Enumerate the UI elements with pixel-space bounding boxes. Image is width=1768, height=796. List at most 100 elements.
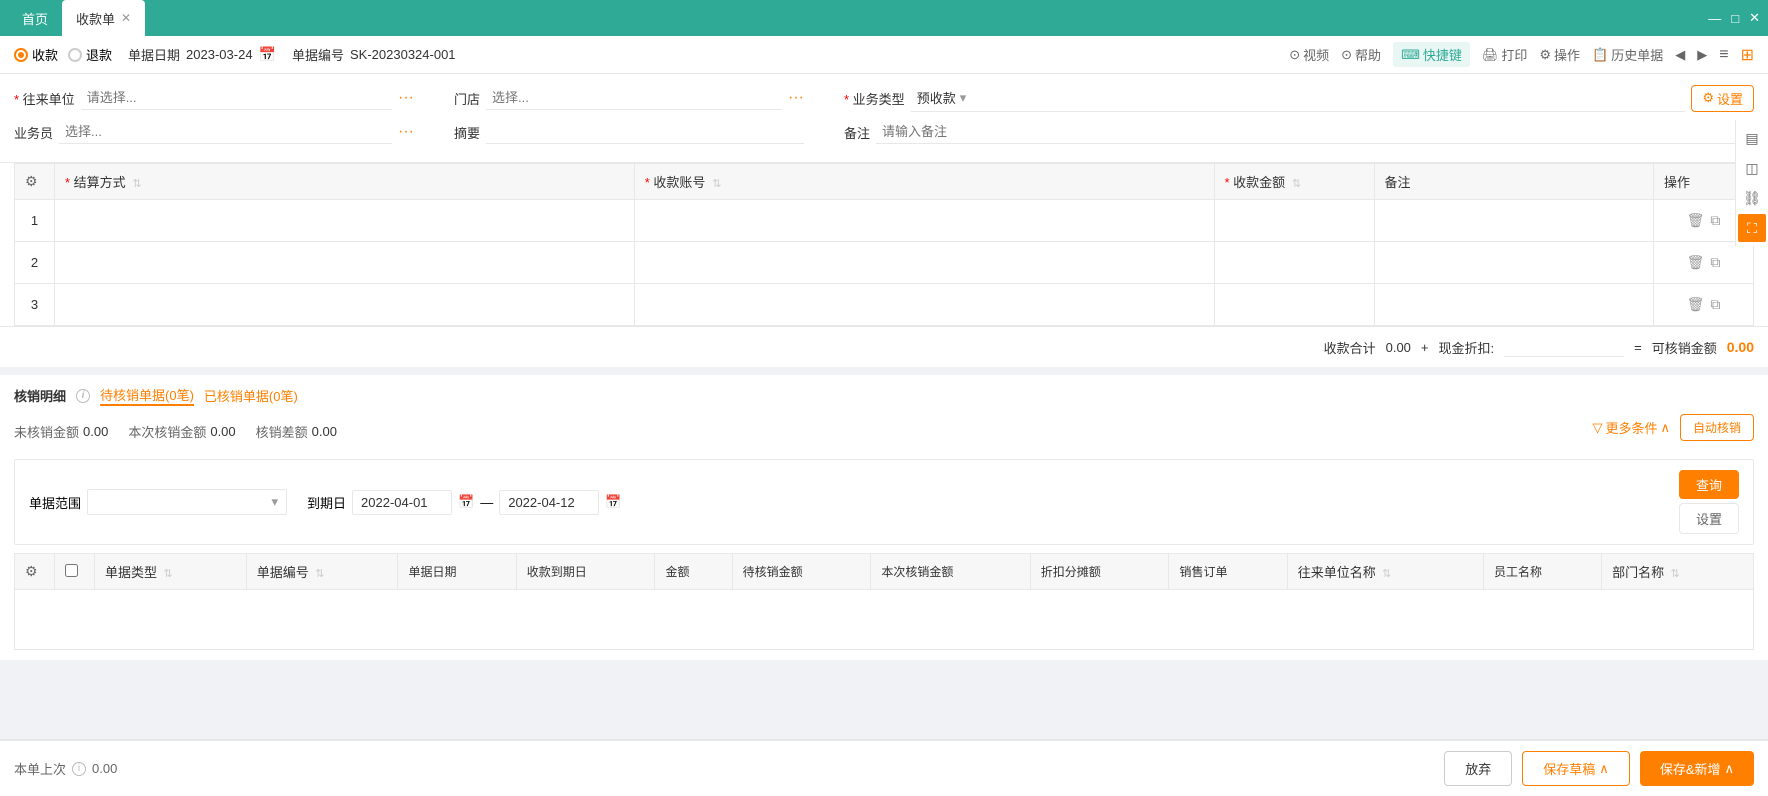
- list-view-btn[interactable]: ≡: [1719, 46, 1728, 64]
- salesperson-more-btn[interactable]: ···: [398, 123, 414, 141]
- sidebar-detail-icon[interactable]: ◫: [1738, 154, 1766, 182]
- sidebar-list-icon[interactable]: ▤: [1738, 124, 1766, 152]
- range-label: 单据范围: [29, 493, 81, 512]
- query-btn[interactable]: 查询: [1679, 470, 1739, 499]
- tab-home[interactable]: 首页: [8, 0, 62, 36]
- range-select[interactable]: ▾: [87, 489, 287, 515]
- row-num-1: 1: [15, 200, 55, 242]
- history-btn[interactable]: 📋 历史单据: [1592, 45, 1663, 64]
- remarks-input[interactable]: [876, 120, 1754, 144]
- range-field: 单据范围 ▾: [29, 489, 287, 515]
- operation-btn[interactable]: ⚙ 操作: [1539, 45, 1580, 64]
- row-copy-3[interactable]: ⧉: [1710, 296, 1720, 313]
- number-field: 单据编号 SK-20230324-001: [292, 45, 456, 64]
- row-settlement-2[interactable]: [55, 242, 635, 284]
- row-account-2[interactable]: [634, 242, 1214, 284]
- date-label: 单据日期: [128, 45, 180, 64]
- row-delete-2[interactable]: 🗑: [1687, 254, 1705, 271]
- store-more-btn[interactable]: ···: [788, 89, 804, 107]
- due-date-field: 到期日 📅 — 📅: [307, 490, 621, 515]
- save-new-label: 保存&新增: [1660, 759, 1721, 778]
- tab-receipt-close[interactable]: ✕: [121, 11, 131, 25]
- salesperson-input[interactable]: [59, 120, 392, 144]
- tab-receipt[interactable]: 收款单 ✕: [62, 0, 145, 36]
- remarks-field: 备注: [844, 120, 1754, 144]
- completed-tab[interactable]: 已核销单据(0笔): [204, 386, 298, 405]
- nav-right-btn[interactable]: ▶: [1697, 47, 1707, 63]
- receipt-radio[interactable]: 收款: [14, 45, 58, 64]
- bth-counterpart-sort[interactable]: ⇅: [1382, 568, 1391, 580]
- row-delete-1[interactable]: 🗑: [1687, 212, 1705, 229]
- more-conditions-btn[interactable]: ▽ 更多条件 ∧: [1592, 418, 1670, 437]
- business-type-label: 业务类型: [844, 89, 905, 108]
- hexiao-stats: 未核销金额 0.00 本次核销金额 0.00 核销差额 0.00 ▽ 更多条件 …: [14, 414, 1754, 449]
- date-picker-icon[interactable]: 📅: [259, 46, 276, 63]
- bth-dept-sort[interactable]: ⇅: [1671, 568, 1680, 580]
- row-copy-2[interactable]: ⧉: [1710, 254, 1720, 271]
- bth-type-sort[interactable]: ⇅: [163, 568, 172, 580]
- bth-dept-label: 部门名称: [1612, 565, 1664, 580]
- hexiao-title-row: 核销明细 i 待核销单据(0笔) 已核销单据(0笔): [14, 385, 1754, 406]
- discount-input[interactable]: [1504, 337, 1624, 357]
- row-amount-1[interactable]: [1214, 200, 1374, 242]
- available-label: 可核销金额: [1652, 338, 1717, 357]
- video-btn[interactable]: ⊙ 视频: [1289, 45, 1329, 64]
- close-btn[interactable]: ✕: [1749, 10, 1760, 26]
- minimize-btn[interactable]: —: [1708, 11, 1721, 26]
- date-to-input[interactable]: [499, 490, 599, 515]
- row-settlement-3[interactable]: [55, 284, 635, 326]
- row-account-1[interactable]: [634, 200, 1214, 242]
- unchecked-value: 0.00: [83, 424, 108, 439]
- th-amount-sort[interactable]: ⇅: [1292, 178, 1301, 190]
- business-type-select[interactable]: 预收款 ▾: [911, 84, 1686, 112]
- pending-tab[interactable]: 待核销单据(0笔): [100, 385, 194, 406]
- date-calendar-from[interactable]: 📅: [458, 494, 474, 510]
- row-amount-3[interactable]: [1214, 284, 1374, 326]
- row-remarks-3[interactable]: [1374, 284, 1654, 326]
- help-btn[interactable]: ⊙ 帮助: [1341, 45, 1381, 64]
- refund-radio[interactable]: 退款: [68, 45, 112, 64]
- bth-counterpart: 往来单位名称 ⇅: [1287, 554, 1483, 590]
- bth-number-sort[interactable]: ⇅: [315, 568, 324, 580]
- th-account-sort[interactable]: ⇅: [712, 178, 721, 190]
- discard-btn[interactable]: 放弃: [1444, 751, 1512, 786]
- grid-view-btn[interactable]: ⊞: [1741, 45, 1754, 65]
- unchecked-stat: 未核销金额 0.00: [14, 422, 108, 441]
- nav-left-btn[interactable]: ◀: [1675, 47, 1685, 63]
- hexiao-info-icon[interactable]: i: [76, 389, 90, 403]
- filter-settings-btn[interactable]: 设置: [1679, 503, 1739, 534]
- save-new-btn[interactable]: 保存&新增 ∧: [1640, 751, 1754, 786]
- remarks-label: 备注: [844, 123, 870, 142]
- current-value: 0.00: [210, 424, 235, 439]
- counterpart-more-btn[interactable]: ···: [398, 89, 414, 107]
- print-btn[interactable]: 🖨 打印: [1482, 45, 1528, 64]
- row-account-3[interactable]: [634, 284, 1214, 326]
- auto-hexiao-btn[interactable]: 自动核销: [1680, 414, 1754, 441]
- th-gear: ⚙: [15, 164, 55, 200]
- store-input[interactable]: [486, 86, 782, 110]
- maximize-btn[interactable]: □: [1731, 11, 1739, 26]
- shortcut-btn[interactable]: ⌨ 快捷键: [1393, 42, 1470, 67]
- date-calendar-to[interactable]: 📅: [605, 494, 621, 510]
- row-remarks-1[interactable]: [1374, 200, 1654, 242]
- bottom-table-gear[interactable]: ⚙: [25, 563, 38, 579]
- sidebar-expand-icon[interactable]: ⛶: [1738, 214, 1766, 242]
- row-copy-1[interactable]: ⧉: [1710, 212, 1720, 229]
- row-num-2: 2: [15, 242, 55, 284]
- settings-btn[interactable]: ⚙ 设置: [1691, 85, 1754, 112]
- row-actions-3: 🗑 ⧉: [1654, 284, 1754, 326]
- select-all-checkbox[interactable]: [65, 564, 78, 577]
- row-settlement-1[interactable]: [55, 200, 635, 242]
- save-draft-btn[interactable]: 保存草稿 ∧: [1522, 751, 1630, 786]
- date-from-input[interactable]: [352, 490, 452, 515]
- row-remarks-2[interactable]: [1374, 242, 1654, 284]
- row-amount-2[interactable]: [1214, 242, 1374, 284]
- prev-info-icon[interactable]: i: [72, 762, 86, 776]
- window-controls: — □ ✕: [1708, 10, 1760, 26]
- abstract-input[interactable]: [486, 120, 804, 144]
- th-settlement-sort[interactable]: ⇅: [132, 178, 141, 190]
- sidebar-link-icon[interactable]: ⛓: [1738, 184, 1766, 212]
- row-delete-3[interactable]: 🗑: [1687, 296, 1705, 313]
- table-gear-icon[interactable]: ⚙: [25, 173, 38, 189]
- counterpart-input[interactable]: [81, 86, 392, 110]
